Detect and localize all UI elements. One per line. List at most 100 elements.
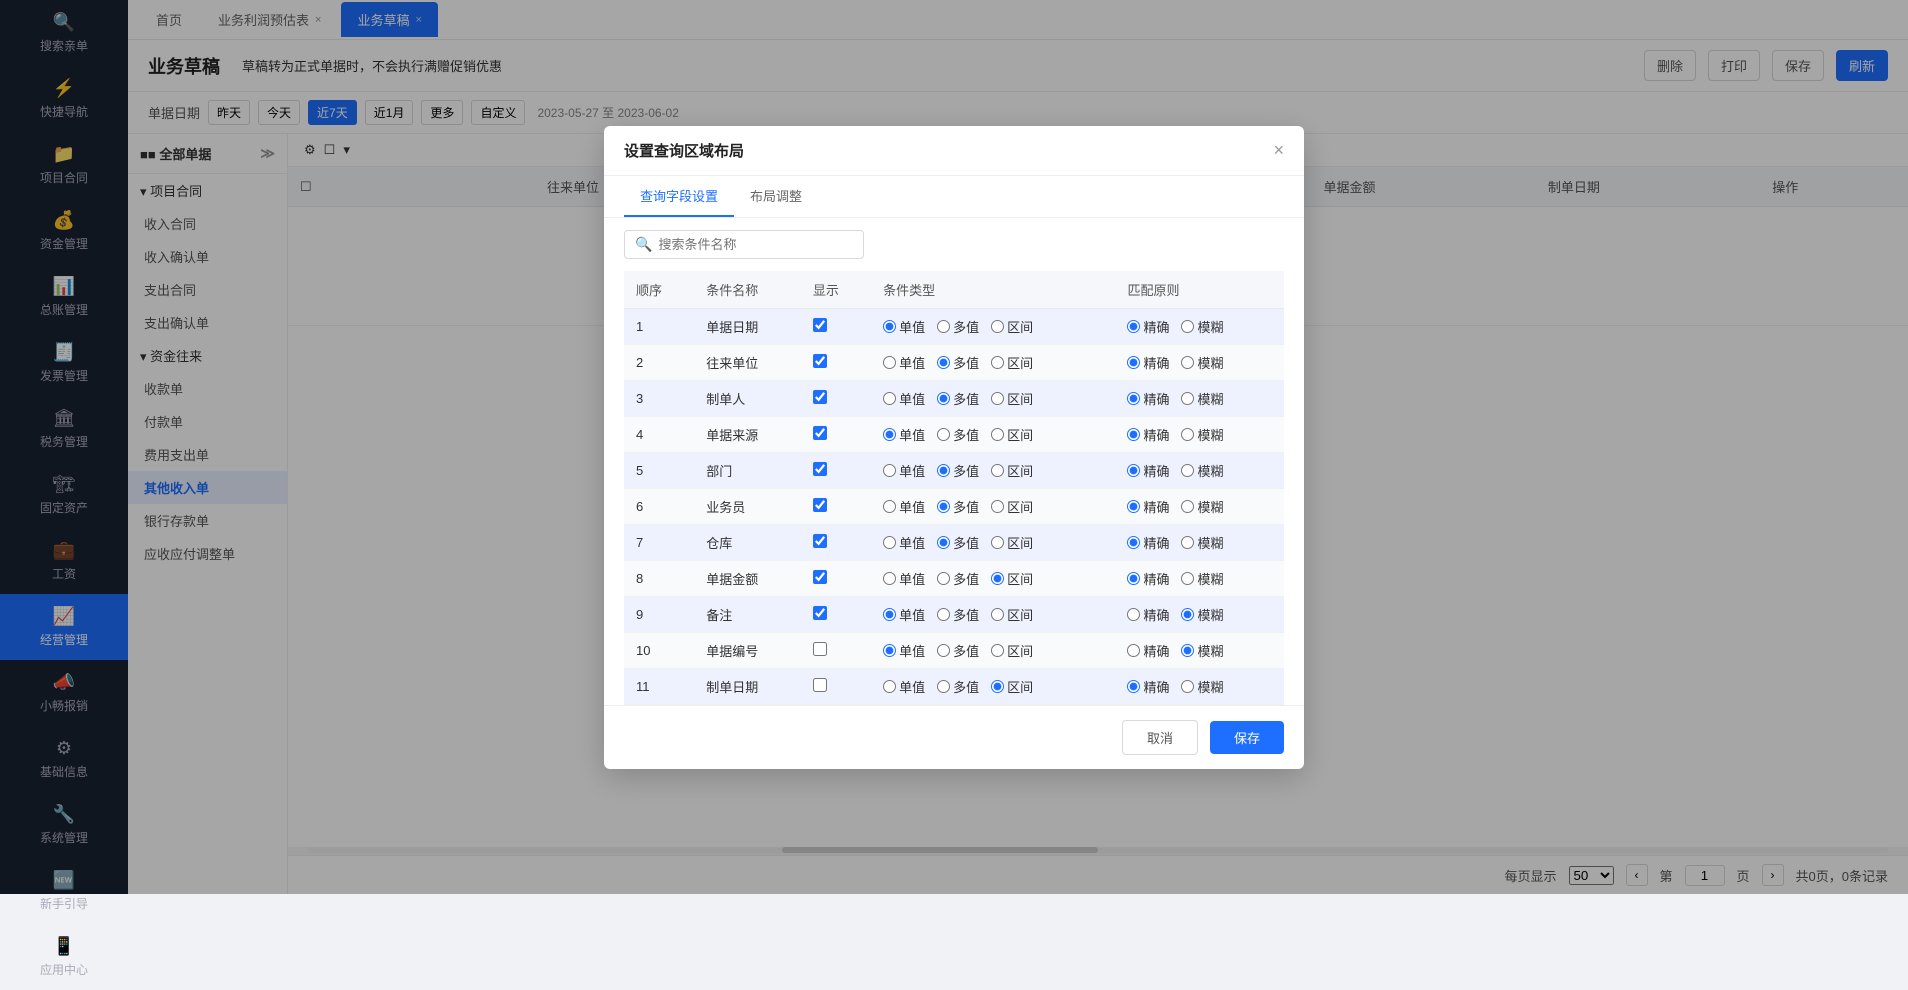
row-type-radio[interactable] [883, 320, 896, 333]
row-show-checkbox[interactable] [813, 462, 827, 476]
row-match-radio[interactable] [1181, 572, 1194, 585]
row-type-radio-label[interactable]: 单值 [883, 569, 925, 588]
row-match-radio-label[interactable]: 精确 [1127, 641, 1169, 660]
row-type-radio-label[interactable]: 多值 [937, 317, 979, 336]
row-type-radio[interactable] [937, 356, 950, 369]
row-match-radio-label[interactable]: 精确 [1127, 677, 1169, 696]
row-match-radio[interactable] [1181, 428, 1194, 441]
modal-close-button[interactable]: × [1273, 140, 1284, 161]
row-match-radio-label[interactable]: 模糊 [1181, 497, 1223, 516]
row-type-radio-label[interactable]: 多值 [937, 497, 979, 516]
row-type-radio[interactable] [937, 572, 950, 585]
row-type-radio-label[interactable]: 多值 [937, 677, 979, 696]
row-type-radio-label[interactable]: 区间 [991, 461, 1033, 480]
row-show-checkbox[interactable] [813, 570, 827, 584]
row-match-radio[interactable] [1127, 500, 1140, 513]
row-match-radio[interactable] [1127, 320, 1140, 333]
row-match-radio[interactable] [1181, 320, 1194, 333]
row-type-radio[interactable] [991, 536, 1004, 549]
row-type-radio[interactable] [883, 428, 896, 441]
row-type-radio[interactable] [991, 680, 1004, 693]
row-type-radio-label[interactable]: 单值 [883, 497, 925, 516]
modal-save-button[interactable]: 保存 [1210, 721, 1284, 754]
row-show-checkbox[interactable] [813, 642, 827, 656]
search-input[interactable] [658, 237, 853, 252]
row-type-radio[interactable] [937, 608, 950, 621]
row-type-radio[interactable] [991, 428, 1004, 441]
row-match-radio-label[interactable]: 精确 [1127, 497, 1169, 516]
row-type-radio-label[interactable]: 区间 [991, 677, 1033, 696]
row-match-radio-label[interactable]: 模糊 [1181, 569, 1223, 588]
row-type-radio[interactable] [937, 392, 950, 405]
row-match-radio-label[interactable]: 模糊 [1181, 317, 1223, 336]
row-match-radio[interactable] [1127, 356, 1140, 369]
row-match-radio-label[interactable]: 精确 [1127, 569, 1169, 588]
row-type-radio[interactable] [883, 572, 896, 585]
modal-overlay[interactable]: 设置查询区域布局 × 查询字段设置 布局调整 🔍 顺序 条件名称 显示 [0, 0, 1908, 894]
row-match-radio-label[interactable]: 模糊 [1181, 605, 1223, 624]
row-match-radio[interactable] [1127, 428, 1140, 441]
row-type-radio-label[interactable]: 多值 [937, 569, 979, 588]
row-type-radio[interactable] [991, 500, 1004, 513]
row-match-radio-label[interactable]: 精确 [1127, 461, 1169, 480]
row-type-radio-label[interactable]: 区间 [991, 497, 1033, 516]
row-match-radio[interactable] [1127, 464, 1140, 477]
row-match-radio-label[interactable]: 精确 [1127, 389, 1169, 408]
row-match-radio[interactable] [1127, 536, 1140, 549]
row-type-radio-label[interactable]: 单值 [883, 677, 925, 696]
row-type-radio-label[interactable]: 多值 [937, 461, 979, 480]
row-match-radio[interactable] [1181, 464, 1194, 477]
row-match-radio[interactable] [1181, 500, 1194, 513]
row-type-radio-label[interactable]: 多值 [937, 353, 979, 372]
row-show-checkbox[interactable] [813, 354, 827, 368]
row-type-radio-label[interactable]: 区间 [991, 353, 1033, 372]
row-type-radio[interactable] [991, 644, 1004, 657]
row-type-radio[interactable] [883, 608, 896, 621]
row-type-radio[interactable] [937, 644, 950, 657]
row-type-radio[interactable] [883, 536, 896, 549]
row-type-radio-label[interactable]: 区间 [991, 641, 1033, 660]
row-type-radio[interactable] [937, 500, 950, 513]
row-type-radio[interactable] [991, 608, 1004, 621]
row-type-radio-label[interactable]: 多值 [937, 425, 979, 444]
row-type-radio-label[interactable]: 单值 [883, 317, 925, 336]
row-type-radio[interactable] [937, 680, 950, 693]
row-type-radio-label[interactable]: 多值 [937, 605, 979, 624]
row-type-radio[interactable] [883, 464, 896, 477]
row-match-radio[interactable] [1127, 644, 1140, 657]
row-type-radio-label[interactable]: 多值 [937, 533, 979, 552]
row-type-radio[interactable] [991, 464, 1004, 477]
row-match-radio-label[interactable]: 精确 [1127, 533, 1169, 552]
row-match-radio[interactable] [1181, 536, 1194, 549]
row-show-checkbox[interactable] [813, 318, 827, 332]
row-match-radio[interactable] [1181, 644, 1194, 657]
row-match-radio-label[interactable]: 精确 [1127, 317, 1169, 336]
row-type-radio[interactable] [991, 392, 1004, 405]
row-match-radio-label[interactable]: 模糊 [1181, 641, 1223, 660]
row-match-radio[interactable] [1181, 356, 1194, 369]
row-type-radio-label[interactable]: 单值 [883, 641, 925, 660]
row-show-checkbox[interactable] [813, 498, 827, 512]
row-type-radio[interactable] [937, 428, 950, 441]
row-match-radio-label[interactable]: 模糊 [1181, 533, 1223, 552]
row-match-radio[interactable] [1181, 608, 1194, 621]
row-show-checkbox[interactable] [813, 606, 827, 620]
row-match-radio[interactable] [1127, 608, 1140, 621]
row-type-radio-label[interactable]: 单值 [883, 389, 925, 408]
row-match-radio-label[interactable]: 模糊 [1181, 353, 1223, 372]
row-type-radio-label[interactable]: 区间 [991, 533, 1033, 552]
row-show-checkbox[interactable] [813, 678, 827, 692]
modal-tab-layout-settings[interactable]: 布局调整 [734, 176, 818, 217]
row-match-radio-label[interactable]: 精确 [1127, 425, 1169, 444]
row-type-radio-label[interactable]: 区间 [991, 389, 1033, 408]
row-show-checkbox[interactable] [813, 534, 827, 548]
row-type-radio[interactable] [991, 572, 1004, 585]
row-type-radio-label[interactable]: 单值 [883, 533, 925, 552]
row-type-radio[interactable] [991, 320, 1004, 333]
row-type-radio[interactable] [883, 680, 896, 693]
sidebar-item-app[interactable]: 📱 应用中心 [0, 924, 128, 990]
cancel-button[interactable]: 取消 [1122, 720, 1198, 755]
row-match-radio-label[interactable]: 模糊 [1181, 425, 1223, 444]
row-type-radio[interactable] [937, 536, 950, 549]
modal-tab-field-settings[interactable]: 查询字段设置 [624, 176, 734, 217]
